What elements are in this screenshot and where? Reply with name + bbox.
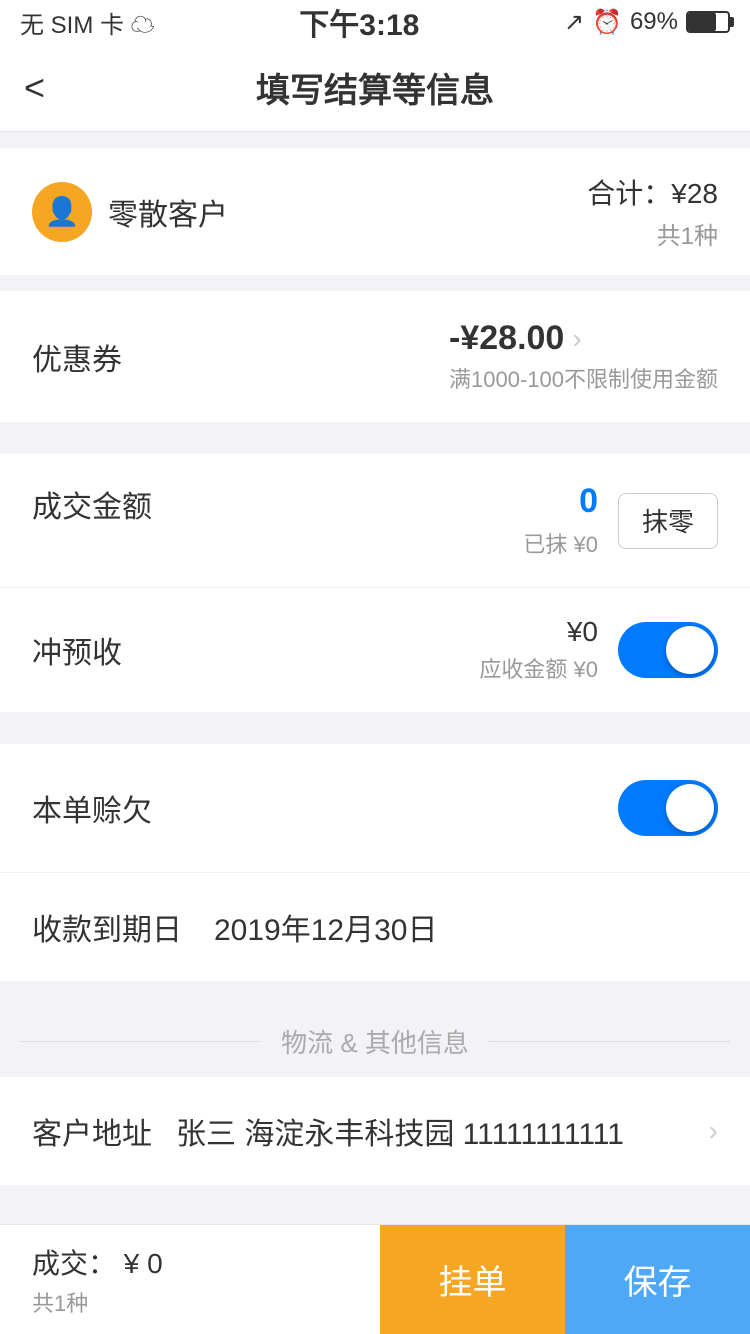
prepay-right: ¥0 应收金额 ¥0 bbox=[479, 616, 718, 684]
prepayment-row: 冲预收 ¥0 应收金额 ¥0 bbox=[0, 588, 750, 712]
gap-1 bbox=[0, 438, 750, 454]
transaction-amount-row: 成交金额 0 已抹 ¥0 抹零 bbox=[0, 454, 750, 588]
bottom-deal-label: 成交： bbox=[32, 1248, 116, 1279]
round-zero-button[interactable]: 抹零 bbox=[618, 493, 718, 549]
prepay-label: 冲预收 bbox=[32, 628, 122, 672]
coupon-amount: -¥28.00 bbox=[449, 319, 564, 358]
coupon-label: 优惠券 bbox=[32, 335, 122, 379]
debt-toggle-knob bbox=[666, 784, 714, 832]
customer-name: 零散客户 bbox=[108, 190, 228, 234]
gap-4 bbox=[0, 1069, 750, 1077]
customer-left: 👤 零散客户 bbox=[32, 182, 228, 242]
save-button[interactable]: 保存 bbox=[565, 1225, 750, 1334]
duedate-row: 收款到期日 2019年12月30日 bbox=[0, 872, 750, 981]
hold-button[interactable]: 挂单 bbox=[380, 1225, 565, 1334]
amount-right: 0 已抹 ¥0 抹零 bbox=[523, 482, 718, 559]
bottom-deal-row: 成交： ¥ 0 bbox=[32, 1242, 348, 1282]
coupon-chevron-icon: › bbox=[572, 323, 581, 355]
status-left: 无 SIM 卡 ☁ bbox=[20, 5, 155, 40]
bottom-info: 成交： ¥ 0 共1种 bbox=[0, 1242, 380, 1318]
address-row[interactable]: 客户地址 张三 海淀永丰科技园 11111111111 › bbox=[0, 1077, 750, 1185]
customer-row: 👤 零散客户 合计：¥28 共1种 bbox=[0, 148, 750, 275]
logistics-divider: 物流 & 其他信息 bbox=[0, 1013, 750, 1069]
content-area: 👤 零散客户 合计：¥28 共1种 优惠券 -¥28.00 › 满1000-10… bbox=[0, 148, 750, 1321]
prepay-receivable: 应收金额 ¥0 bbox=[479, 652, 598, 684]
avatar: 👤 bbox=[32, 182, 92, 242]
prepay-amount: ¥0 bbox=[479, 616, 598, 648]
amount-section: 成交金额 0 已抹 ¥0 抹零 冲预收 ¥0 应收金额 ¥0 bbox=[0, 454, 750, 712]
alarm-icon: ⏰ bbox=[592, 8, 622, 37]
customer-count: 共1种 bbox=[587, 216, 718, 251]
customer-section: 👤 零散客户 合计：¥28 共1种 bbox=[0, 148, 750, 275]
logistics-label: 物流 & 其他信息 bbox=[281, 1023, 469, 1060]
divider-line-left bbox=[20, 1041, 261, 1042]
nav-bar: < 填写结算等信息 bbox=[0, 44, 750, 132]
duedate-value: 2019年12月30日 bbox=[214, 905, 437, 949]
customer-total: 合计：¥28 bbox=[587, 172, 718, 212]
coupon-right: -¥28.00 › 满1000-100不限制使用金额 bbox=[449, 319, 718, 394]
bottom-count: 共1种 bbox=[32, 1286, 348, 1318]
gap-3 bbox=[0, 997, 750, 1013]
battery-percent: 69% bbox=[630, 8, 678, 36]
prepayment-toggle[interactable] bbox=[618, 622, 718, 678]
amount-label: 成交金额 bbox=[32, 482, 152, 526]
address-value: 张三 海淀永丰科技园 11111111111 bbox=[176, 1109, 709, 1153]
customer-right: 合计：¥28 共1种 bbox=[587, 172, 718, 251]
back-button[interactable]: < bbox=[24, 67, 45, 109]
prepay-value-col: ¥0 应收金额 ¥0 bbox=[479, 616, 598, 684]
divider-line-right bbox=[489, 1041, 730, 1042]
debt-section: 本单赊欠 收款到期日 2019年12月30日 bbox=[0, 744, 750, 981]
coupon-desc: 满1000-100不限制使用金额 bbox=[449, 362, 718, 394]
location-icon: ↗ bbox=[564, 8, 584, 37]
battery-fill bbox=[688, 13, 716, 31]
gap-2 bbox=[0, 728, 750, 744]
amount-value-col: 0 已抹 ¥0 bbox=[523, 482, 598, 559]
page-title: 填写结算等信息 bbox=[256, 63, 494, 112]
avatar-icon: 👤 bbox=[45, 195, 80, 228]
debt-toggle[interactable] bbox=[618, 780, 718, 836]
amount-deducted: 已抹 ¥0 bbox=[523, 527, 598, 559]
battery-icon bbox=[686, 11, 730, 33]
toggle-knob bbox=[666, 626, 714, 674]
duedate-label: 收款到期日 bbox=[32, 905, 182, 949]
address-chevron-icon: › bbox=[709, 1115, 718, 1147]
debt-label: 本单赊欠 bbox=[32, 786, 152, 830]
sim-status: 无 SIM 卡 ☁ bbox=[20, 5, 155, 40]
address-section: 客户地址 张三 海淀永丰科技园 11111111111 › bbox=[0, 1077, 750, 1185]
status-bar: 无 SIM 卡 ☁ 下午3:18 ↗ ⏰ 69% bbox=[0, 0, 750, 44]
amount-value: 0 bbox=[523, 482, 598, 521]
bottom-bar: 成交： ¥ 0 共1种 挂单 保存 bbox=[0, 1224, 750, 1334]
bottom-deal-amount: ¥ 0 bbox=[124, 1248, 163, 1279]
status-time: 下午3:18 bbox=[299, 0, 419, 44]
address-label: 客户地址 bbox=[32, 1109, 152, 1153]
status-right: ↗ ⏰ 69% bbox=[564, 8, 730, 37]
debt-row: 本单赊欠 bbox=[0, 744, 750, 872]
coupon-section: 优惠券 -¥28.00 › 满1000-100不限制使用金额 bbox=[0, 291, 750, 422]
coupon-row[interactable]: 优惠券 -¥28.00 › 满1000-100不限制使用金额 bbox=[0, 291, 750, 422]
